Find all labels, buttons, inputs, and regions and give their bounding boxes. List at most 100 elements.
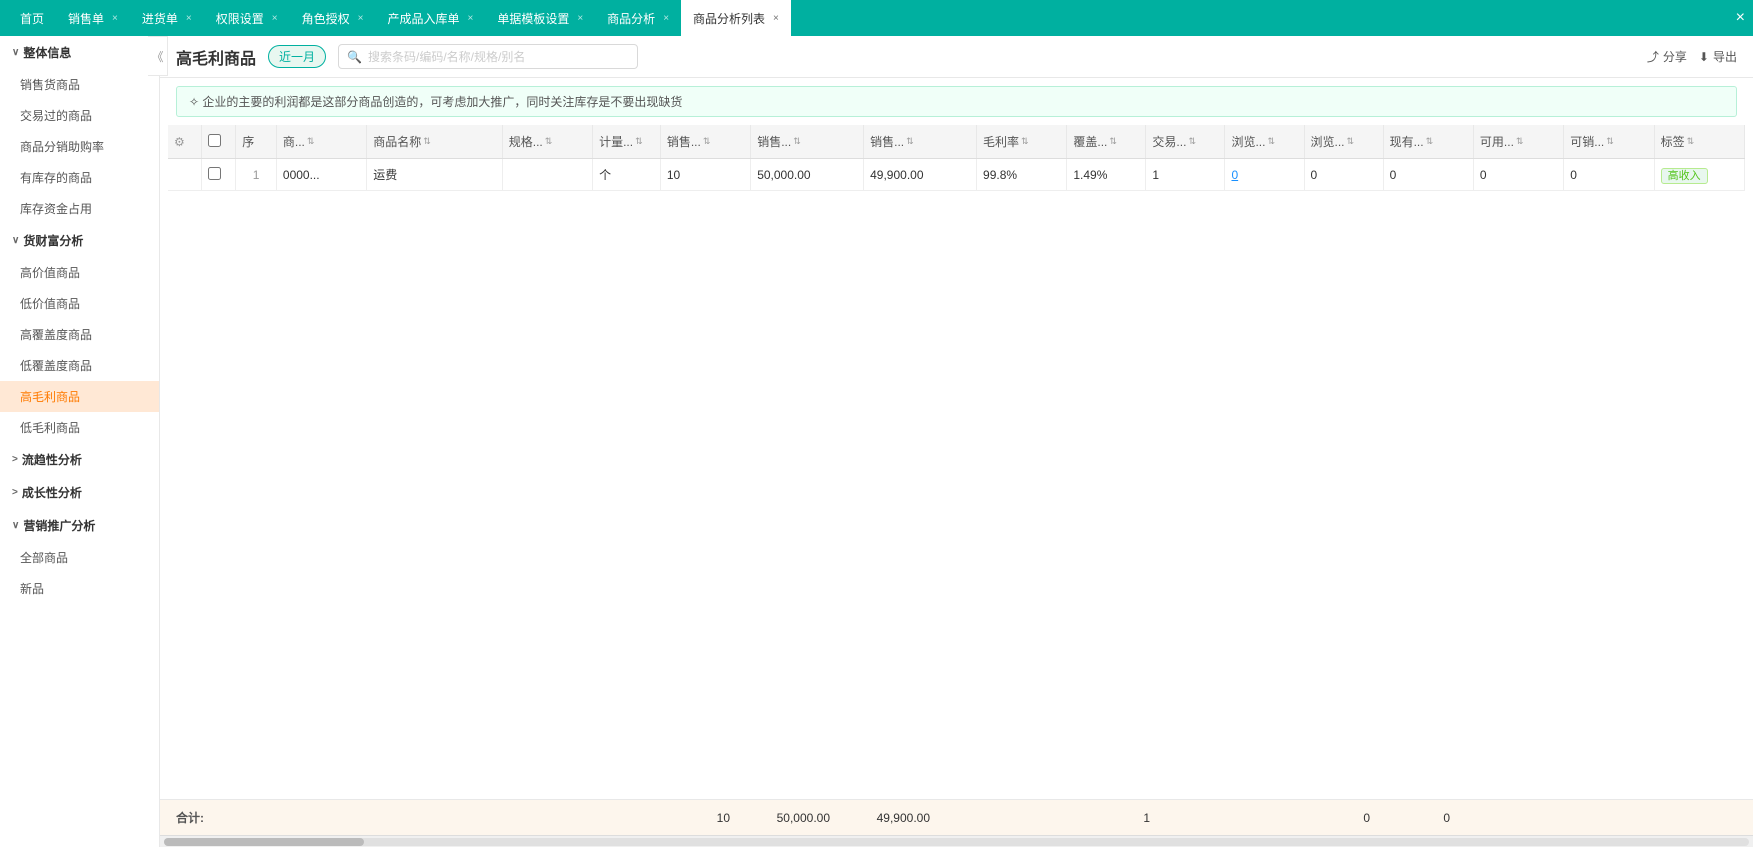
sidebar-item-1-0[interactable]: 高价值商品 [0, 257, 159, 288]
col-header-available[interactable]: 可用...⇅ [1473, 125, 1563, 159]
col-header-checkbox[interactable] [202, 125, 236, 159]
sidebar-group-1[interactable]: ∨货财富分析 [0, 224, 159, 257]
sidebar-item-1-3[interactable]: 低覆盖度商品 [0, 350, 159, 381]
sidebar-item-0-1[interactable]: 交易过的商品 [0, 100, 159, 131]
col-header-coverage[interactable]: 覆盖...⇅ [1067, 125, 1146, 159]
col-header-view1[interactable]: 浏览...⇅ [1225, 125, 1304, 159]
close-window-btn[interactable]: × [1736, 9, 1745, 27]
nav-item-2[interactable]: 进货单× [130, 0, 204, 36]
cell-available-0: 0 [1473, 159, 1563, 191]
col-header-unit[interactable]: 计量...⇅ [593, 125, 661, 159]
sort-icon-sales_cost[interactable]: ⇅ [906, 136, 914, 147]
sidebar-item-1-2[interactable]: 高覆盖度商品 [0, 319, 159, 350]
nav-item-0[interactable]: 首页 [8, 0, 56, 36]
nav-item-4[interactable]: 角色授权 × [290, 0, 376, 36]
sidebar-group-4[interactable]: ∨营销推广分析 [0, 509, 159, 542]
col-header-code[interactable]: 商...⇅ [276, 125, 366, 159]
sidebar-group-0[interactable]: ∨整体信息 [0, 36, 159, 69]
nav-close-icon[interactable]: × [112, 13, 118, 24]
sort-icon-view1[interactable]: ⇅ [1267, 136, 1275, 147]
select-all-checkbox[interactable] [208, 134, 221, 147]
col-header-name[interactable]: 商品名称⇅ [367, 125, 503, 159]
scroll-thumb[interactable] [164, 838, 364, 846]
sort-icon-current_stock[interactable]: ⇅ [1426, 136, 1434, 147]
sidebar-item-4-1[interactable]: 新品 [0, 573, 159, 604]
sidebar-group-2[interactable]: >流趋性分析 [0, 443, 159, 476]
footer-cell-unit [596, 811, 656, 825]
sort-icon-code[interactable]: ⇅ [307, 136, 315, 147]
sidebar-item-1-1[interactable]: 低价值商品 [0, 288, 159, 319]
col-header-saleable[interactable]: 可销...⇅ [1564, 125, 1654, 159]
cell-spec-0 [502, 159, 592, 191]
sort-icon-gross_margin[interactable]: ⇅ [1021, 136, 1029, 147]
sort-icon-view2[interactable]: ⇅ [1347, 136, 1355, 147]
nav-close-icon[interactable]: × [467, 13, 473, 24]
col-header-tag[interactable]: 标签⇅ [1654, 125, 1744, 159]
view-link-0[interactable]: 0 [1231, 168, 1238, 182]
table-wrapper[interactable]: ⚙序商...⇅商品名称⇅规格...⇅计量...⇅销售...⇅销售...⇅销售..… [160, 125, 1753, 799]
col-header-trade[interactable]: 交易...⇅ [1146, 125, 1225, 159]
sort-icon-coverage[interactable]: ⇅ [1109, 136, 1117, 147]
sidebar-item-0-2[interactable]: 商品分销助购率 [0, 131, 159, 162]
sort-icon-trade[interactable]: ⇅ [1188, 136, 1196, 147]
sidebar-item-0-3[interactable]: 有库存的商品 [0, 162, 159, 193]
sidebar-item-4-0[interactable]: 全部商品 [0, 542, 159, 573]
info-bar: ✧ 企业的主要的利润都是这部分商品创造的，可考虑加大推广，同时关注库存是不要出现… [176, 86, 1737, 117]
col-label-coverage: 覆盖... [1073, 133, 1107, 150]
search-box[interactable]: 🔍 搜索条码/编码/名称/规格/别名 [338, 44, 638, 69]
nav-close-icon[interactable]: × [358, 13, 364, 24]
settings-icon[interactable]: ⚙ [174, 135, 185, 149]
col-header-gross_margin[interactable]: 毛利率⇅ [977, 125, 1067, 159]
scroll-track[interactable] [164, 838, 1749, 846]
nav-close-icon[interactable]: × [773, 13, 779, 24]
nav-item-1[interactable]: 销售单× [56, 0, 130, 36]
nav-close-icon[interactable]: × [577, 13, 583, 24]
filter-recent-month-btn[interactable]: 近一月 [268, 45, 326, 68]
sidebar-item-1-5[interactable]: 低毛利商品 [0, 412, 159, 443]
col-header-view2[interactable]: 浏览...⇅ [1304, 125, 1383, 159]
cell-sales_qty-0: 10 [660, 159, 750, 191]
nav-close-icon[interactable]: × [186, 13, 192, 24]
sort-icon-spec[interactable]: ⇅ [545, 136, 553, 147]
col-label-spec: 规格... [509, 133, 543, 150]
col-header-seq[interactable]: 序 [236, 125, 277, 159]
col-label-tag: 标签 [1661, 133, 1685, 150]
nav-item-7[interactable]: 商品分析× [595, 0, 681, 36]
col-header-sales_amount[interactable]: 销售...⇅ [751, 125, 864, 159]
cell-trade-0: 1 [1146, 159, 1225, 191]
sort-icon-saleable[interactable]: ⇅ [1606, 136, 1614, 147]
nav-item-3[interactable]: 权限设置× [204, 0, 290, 36]
sort-icon-sales_amount[interactable]: ⇅ [793, 136, 801, 147]
cell-tag-0[interactable]: 高收入 [1654, 159, 1744, 191]
cell-view1-0[interactable]: 0 [1225, 159, 1304, 191]
nav-item-5[interactable]: 产成品入库单× [375, 0, 485, 36]
sort-icon-name[interactable]: ⇅ [423, 136, 431, 147]
sidebar-arrow: ∨ [12, 47, 19, 58]
nav-label: 角色授权 [302, 10, 350, 27]
sidebar-item-0-0[interactable]: 销售货商品 [0, 69, 159, 100]
sort-icon-available[interactable]: ⇅ [1516, 136, 1524, 147]
export-btn[interactable]: ⬇ 导出 [1699, 48, 1737, 65]
col-header-sales_cost[interactable]: 销售...⇅ [864, 125, 977, 159]
col-header-current_stock[interactable]: 现有...⇅ [1383, 125, 1473, 159]
nav-item-8[interactable]: 商品分析列表× [681, 0, 791, 36]
sort-icon-tag[interactable]: ⇅ [1687, 136, 1695, 147]
sidebar-item-1-4[interactable]: 高毛利商品 [0, 381, 159, 412]
nav-item-6[interactable]: 单据模板设置× [485, 0, 595, 36]
sidebar-item-0-4[interactable]: 库存资金占用 [0, 193, 159, 224]
sidebar-collapse-btn[interactable]: 《 [148, 36, 168, 76]
sidebar-group-3[interactable]: >成长性分析 [0, 476, 159, 509]
col-header-sales_qty[interactable]: 销售...⇅ [660, 125, 750, 159]
row-checkbox-0[interactable] [208, 167, 221, 180]
sort-icon-unit[interactable]: ⇅ [635, 136, 643, 147]
main-layout: 《 ∨整体信息销售货商品交易过的商品商品分销助购率有库存的商品库存资金占用∨货财… [0, 36, 1753, 847]
footer-bar: 合计: 1050,000.0049,900.00100 [160, 799, 1753, 835]
bottom-scrollbar[interactable] [160, 835, 1753, 847]
col-header-settings[interactable]: ⚙ [168, 125, 202, 159]
col-label-gross_margin: 毛利率 [983, 133, 1019, 150]
nav-close-icon[interactable]: × [663, 13, 669, 24]
col-header-spec[interactable]: 规格...⇅ [502, 125, 592, 159]
share-btn[interactable]: ⤴ 分享 [1647, 48, 1687, 65]
nav-close-icon[interactable]: × [272, 13, 278, 24]
sort-icon-sales_qty[interactable]: ⇅ [703, 136, 711, 147]
